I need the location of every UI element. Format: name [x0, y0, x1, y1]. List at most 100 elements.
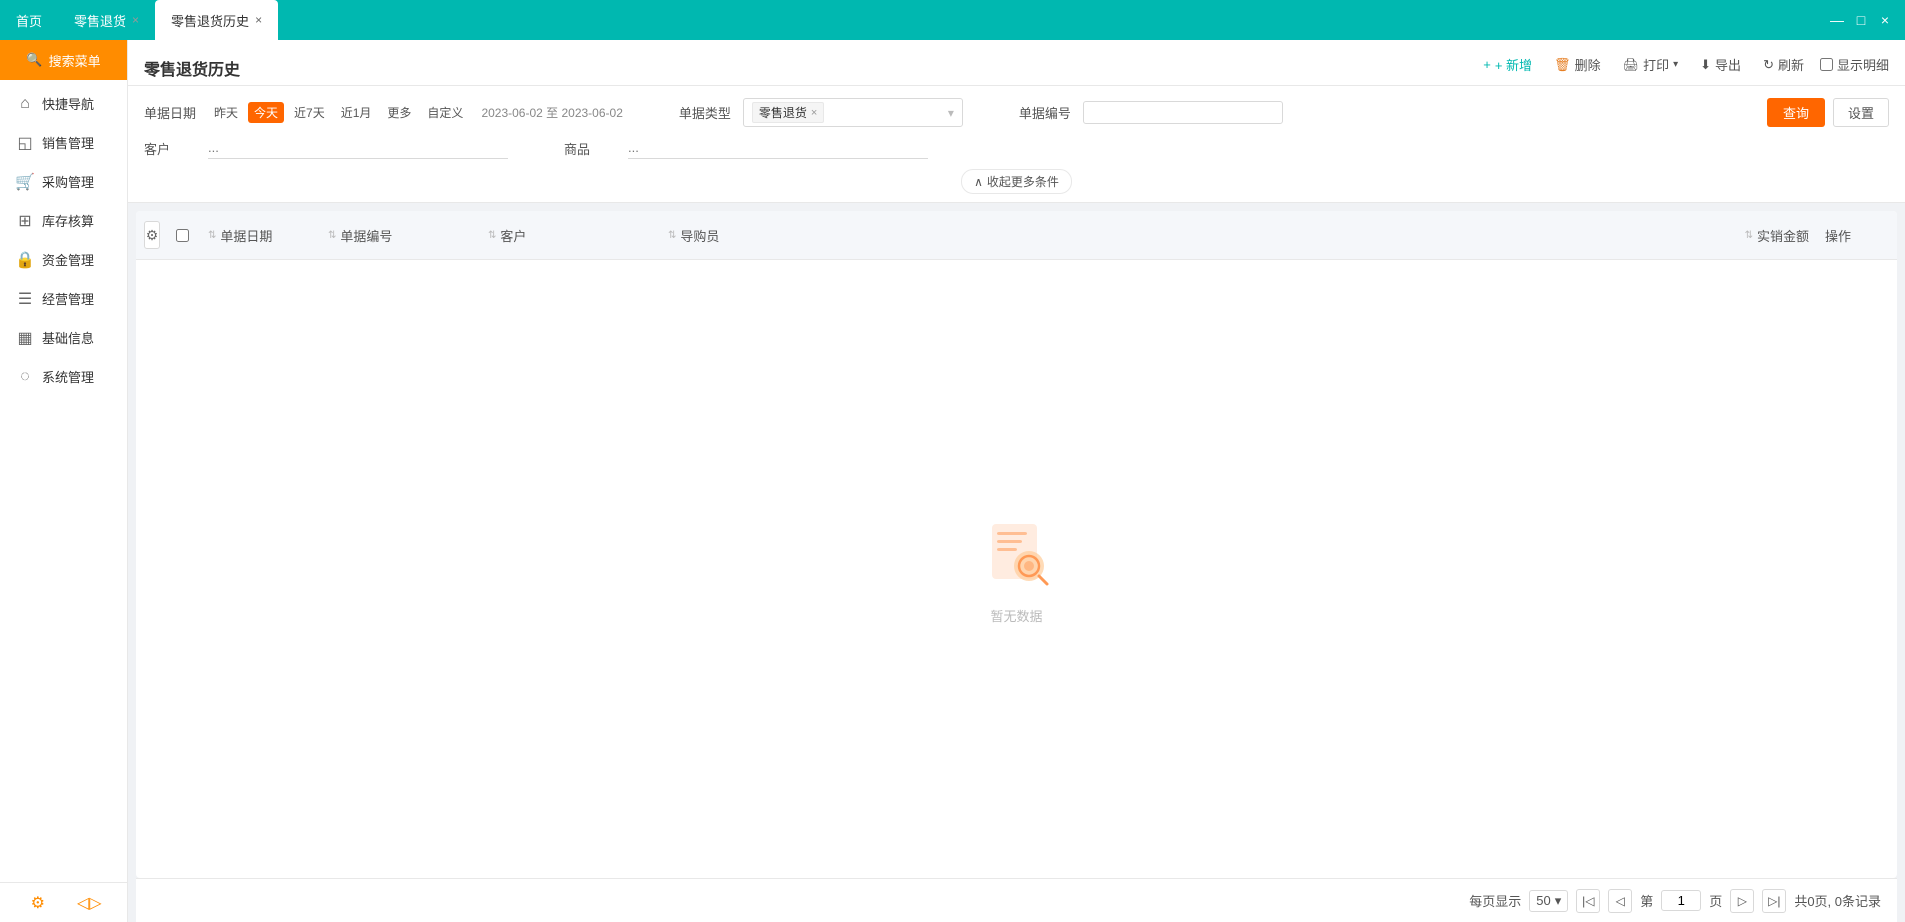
- doc-number-label: 单据编号: [1019, 103, 1075, 122]
- export-icon: ⬇: [1700, 57, 1711, 73]
- sort-amount-icon: ⇅: [1745, 230, 1753, 241]
- page-size-value: 50: [1536, 893, 1550, 908]
- page-title: 零售退货历史: [144, 56, 240, 80]
- th-doc-number-label: 单据编号: [340, 226, 392, 245]
- table-body: 暂无数据: [136, 260, 1897, 878]
- last-page-button[interactable]: ▷|: [1762, 889, 1786, 913]
- purchase-mgmt-icon: 🛒: [16, 173, 34, 191]
- prev-page-button[interactable]: ◁: [1608, 889, 1632, 913]
- doc-type-tag-value: 零售退货: [759, 104, 807, 121]
- minimize-button[interactable]: —: [1829, 12, 1845, 28]
- sidebar-item-finance[interactable]: 🔒 资金管理: [0, 240, 127, 279]
- query-button[interactable]: 查询: [1767, 98, 1825, 127]
- filter-area: 单据日期 昨天 今天 近7天 近1月 更多 自定义 2023-06-02 至 2…: [128, 86, 1905, 203]
- window-controls: — □ ×: [1829, 12, 1905, 28]
- sidebar-menu: ⌂ 快捷导航 ◱ 销售管理 🛒 采购管理 ⊞ 库存核算 🔒 资金管理 ☰ 经营管: [0, 80, 127, 882]
- tab-retail-return-history[interactable]: 零售退货历史 ×: [155, 0, 278, 40]
- header-actions: + + 新增 🗑 删除 🖨 打印 ▾ ⬇ 导出 ↻: [1477, 51, 1889, 84]
- page-header: 零售退货历史 + + 新增 🗑 删除 🖨 打印 ▾ ⬇ 导出: [128, 40, 1905, 86]
- sidebar-item-sales-mgmt[interactable]: ◱ 销售管理: [0, 123, 127, 162]
- doc-type-dropdown-icon[interactable]: ▾: [948, 106, 954, 120]
- th-doc-date[interactable]: ⇅ 单据日期: [200, 211, 320, 259]
- tab-retail-return-history-label: 零售退货历史: [171, 11, 249, 30]
- page-size-select[interactable]: 50 ▾: [1529, 890, 1568, 912]
- doc-type-tag-remove[interactable]: ×: [811, 107, 817, 119]
- settings-button[interactable]: 设置: [1833, 98, 1889, 127]
- goods-input[interactable]: [628, 137, 928, 159]
- sales-mgmt-icon: ◱: [16, 134, 34, 152]
- th-amount[interactable]: ⇅ 实销金额: [1697, 211, 1817, 259]
- system-mgmt-icon: ◌: [16, 368, 34, 386]
- goods-label: 商品: [564, 139, 620, 158]
- sidebar-settings-button[interactable]: ⚙: [24, 889, 52, 917]
- th-checkbox[interactable]: [168, 211, 200, 259]
- show-detail-checkbox[interactable]: 显示明细: [1820, 55, 1889, 74]
- show-detail-input[interactable]: [1820, 58, 1833, 71]
- sidebar-item-system-mgmt[interactable]: ◌ 系统管理: [0, 357, 127, 396]
- quick-nav-icon: ⌂: [16, 95, 34, 113]
- new-button[interactable]: + + 新增: [1477, 51, 1538, 78]
- tab-home[interactable]: 首页: [0, 0, 58, 40]
- sidebar-item-purchase-mgmt[interactable]: 🛒 采购管理: [0, 162, 127, 201]
- filter-row-1: 单据日期 昨天 今天 近7天 近1月 更多 自定义 2023-06-02 至 2…: [144, 98, 1889, 127]
- sidebar-search[interactable]: 🔍 搜索菜单: [0, 40, 127, 80]
- tab-list: 首页 零售退货 × 零售退货历史 ×: [0, 0, 1829, 40]
- sidebar-bottom: ⚙ ◁▷: [0, 882, 127, 922]
- sidebar-item-purchase-mgmt-label: 采购管理: [42, 172, 94, 191]
- shortcut-today[interactable]: 今天: [248, 102, 284, 123]
- tab-retail-return-close[interactable]: ×: [132, 13, 139, 27]
- delete-label: 删除: [1575, 55, 1601, 74]
- tab-retail-return-label: 零售退货: [74, 11, 126, 30]
- refresh-button[interactable]: ↻ 刷新: [1757, 51, 1810, 78]
- shortcut-more[interactable]: 更多: [381, 102, 417, 123]
- th-customer[interactable]: ⇅ 客户: [480, 211, 660, 259]
- customer-label: 客户: [144, 139, 200, 158]
- customer-input[interactable]: [208, 137, 508, 159]
- shortcut-7days[interactable]: 近7天: [288, 102, 331, 123]
- collapse-button[interactable]: ∧ 收起更多条件: [961, 169, 1072, 194]
- sidebar-audio-button[interactable]: ◁▷: [75, 889, 103, 917]
- doc-number-input[interactable]: [1083, 101, 1283, 124]
- current-page-input[interactable]: [1661, 890, 1701, 911]
- shortcut-1month[interactable]: 近1月: [335, 102, 378, 123]
- column-settings-button[interactable]: ⚙: [144, 221, 160, 249]
- sidebar-item-quick-nav[interactable]: ⌂ 快捷导航: [0, 84, 127, 123]
- export-label: 导出: [1715, 55, 1741, 74]
- table-area: ⚙ ⇅ 单据日期 ⇅ 单据编号 ⇅ 客户: [136, 211, 1897, 878]
- maximize-button[interactable]: □: [1853, 12, 1869, 28]
- total-text: 共0页, 0条记录: [1794, 891, 1881, 910]
- sidebar-search-label: 搜索菜单: [49, 51, 101, 70]
- page-label: 页: [1709, 891, 1722, 910]
- sidebar-item-basic-info[interactable]: ▦ 基础信息: [0, 318, 127, 357]
- th-guide[interactable]: ⇅ 导购员: [660, 211, 820, 259]
- tab-retail-return[interactable]: 零售退货 ×: [58, 0, 155, 40]
- export-button[interactable]: ⬇ 导出: [1694, 51, 1747, 78]
- sidebar-item-inventory[interactable]: ⊞ 库存核算: [0, 201, 127, 240]
- th-spacer: [820, 211, 1697, 259]
- main-content: 零售退货历史 + + 新增 🗑 删除 🖨 打印 ▾ ⬇ 导出: [128, 40, 1905, 922]
- doc-type-input[interactable]: 零售退货 × ▾: [743, 98, 963, 127]
- select-all-checkbox[interactable]: [176, 229, 189, 242]
- sidebar-item-sales-mgmt-label: 销售管理: [42, 133, 94, 152]
- refresh-label: 刷新: [1778, 55, 1804, 74]
- print-button[interactable]: 🖨 打印 ▾: [1617, 51, 1685, 78]
- th-doc-number[interactable]: ⇅ 单据编号: [320, 211, 480, 259]
- shortcut-yesterday[interactable]: 昨天: [208, 102, 244, 123]
- sort-asc-icon: ⇅: [208, 230, 216, 241]
- delete-button[interactable]: 🗑 删除: [1548, 51, 1607, 78]
- basic-info-icon: ▦: [16, 329, 34, 347]
- filter-goods: 商品: [564, 137, 928, 159]
- shortcut-custom[interactable]: 自定义: [421, 102, 469, 123]
- doc-type-tag: 零售退货 ×: [752, 102, 824, 123]
- date-label: 单据日期: [144, 103, 200, 122]
- refresh-icon: ↻: [1763, 57, 1774, 73]
- th-customer-label: 客户: [500, 226, 526, 245]
- sidebar-item-operations[interactable]: ☰ 经营管理: [0, 279, 127, 318]
- close-button[interactable]: ×: [1877, 12, 1893, 28]
- filter-doc-number: 单据编号: [1019, 101, 1283, 124]
- tab-retail-return-history-close[interactable]: ×: [255, 13, 262, 27]
- first-page-button[interactable]: |◁: [1576, 889, 1600, 913]
- next-page-button[interactable]: ▷: [1730, 889, 1754, 913]
- th-settings[interactable]: ⚙: [136, 211, 168, 259]
- sidebar: 🔍 搜索菜单 ⌂ 快捷导航 ◱ 销售管理 🛒 采购管理 ⊞ 库存核算 🔒 资: [0, 40, 128, 922]
